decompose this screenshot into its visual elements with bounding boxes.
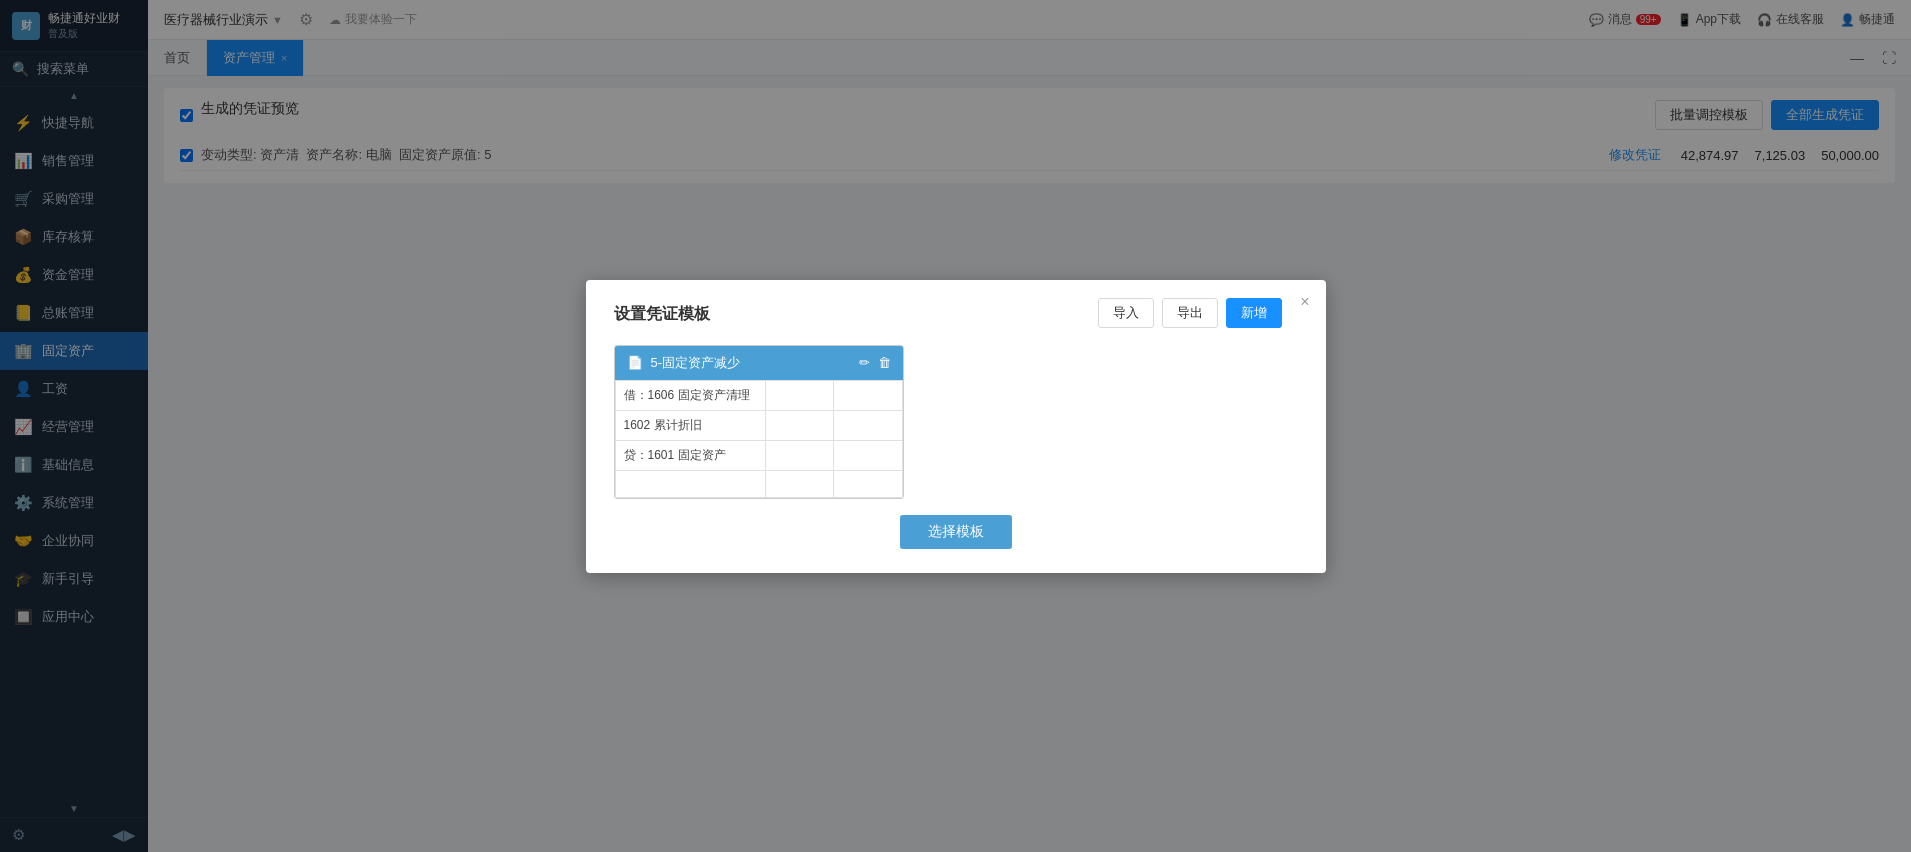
template-row-3-col1: 贷：1601 固定资产 — [615, 440, 765, 470]
template-header-left: 📄 5-固定资产减少 — [627, 354, 741, 372]
table-row: 贷：1601 固定资产 — [615, 440, 902, 470]
table-row: 1602 累计折旧 — [615, 410, 902, 440]
template-row-2-col2 — [765, 410, 834, 440]
modal-set-voucher-template: 设置凭证模板 × 导入 导出 新增 📄 5-固定资产减少 ✏ — [586, 280, 1326, 573]
table-row: 借：1606 固定资产清理 — [615, 380, 902, 410]
template-doc-icon: 📄 — [627, 355, 643, 370]
template-card-body: 借：1606 固定资产清理 1602 累计折旧 — [615, 380, 903, 498]
template-row-4-col1 — [615, 470, 765, 497]
template-row-2-col1: 1602 累计折旧 — [615, 410, 765, 440]
modal-close-btn[interactable]: × — [1300, 294, 1309, 310]
modal-toolbar: 导入 导出 新增 — [1098, 298, 1282, 328]
template-delete-icon[interactable]: 🗑 — [878, 355, 891, 370]
template-row-1-col3 — [834, 380, 903, 410]
template-row-3-col2 — [765, 440, 834, 470]
template-card: 📄 5-固定资产减少 ✏ 🗑 借：1606 固定资产清理 — [614, 345, 904, 499]
content-area: 生成的凭证预览 批量调控模板 全部生成凭证 变动类型: 资产清 资产名称: 电脑… — [148, 76, 1911, 852]
template-row-4-col3 — [834, 470, 903, 497]
template-row-3-col3 — [834, 440, 903, 470]
template-row-1-col2 — [765, 380, 834, 410]
template-row-1-col1: 借：1606 固定资产清理 — [615, 380, 765, 410]
template-card-header: 📄 5-固定资产减少 ✏ 🗑 — [615, 346, 903, 380]
export-btn[interactable]: 导出 — [1162, 298, 1218, 328]
template-name: 5-固定资产减少 — [651, 354, 741, 372]
template-table: 借：1606 固定资产清理 1602 累计折旧 — [615, 380, 903, 498]
template-card-actions: ✏ 🗑 — [859, 355, 891, 370]
main-area: 医疗器械行业演示 ▼ ⚙ ☁ 我要体验一下 💬 消息 99+ 📱 App下载 🎧… — [148, 0, 1911, 852]
template-row-4-col2 — [765, 470, 834, 497]
template-row-2-col3 — [834, 410, 903, 440]
table-row — [615, 470, 902, 497]
modal-overlay: 设置凭证模板 × 导入 导出 新增 📄 5-固定资产减少 ✏ — [148, 76, 1911, 852]
new-btn[interactable]: 新增 — [1226, 298, 1282, 328]
template-edit-icon[interactable]: ✏ — [859, 355, 870, 370]
import-btn[interactable]: 导入 — [1098, 298, 1154, 328]
select-template-btn[interactable]: 选择模板 — [900, 515, 1012, 549]
